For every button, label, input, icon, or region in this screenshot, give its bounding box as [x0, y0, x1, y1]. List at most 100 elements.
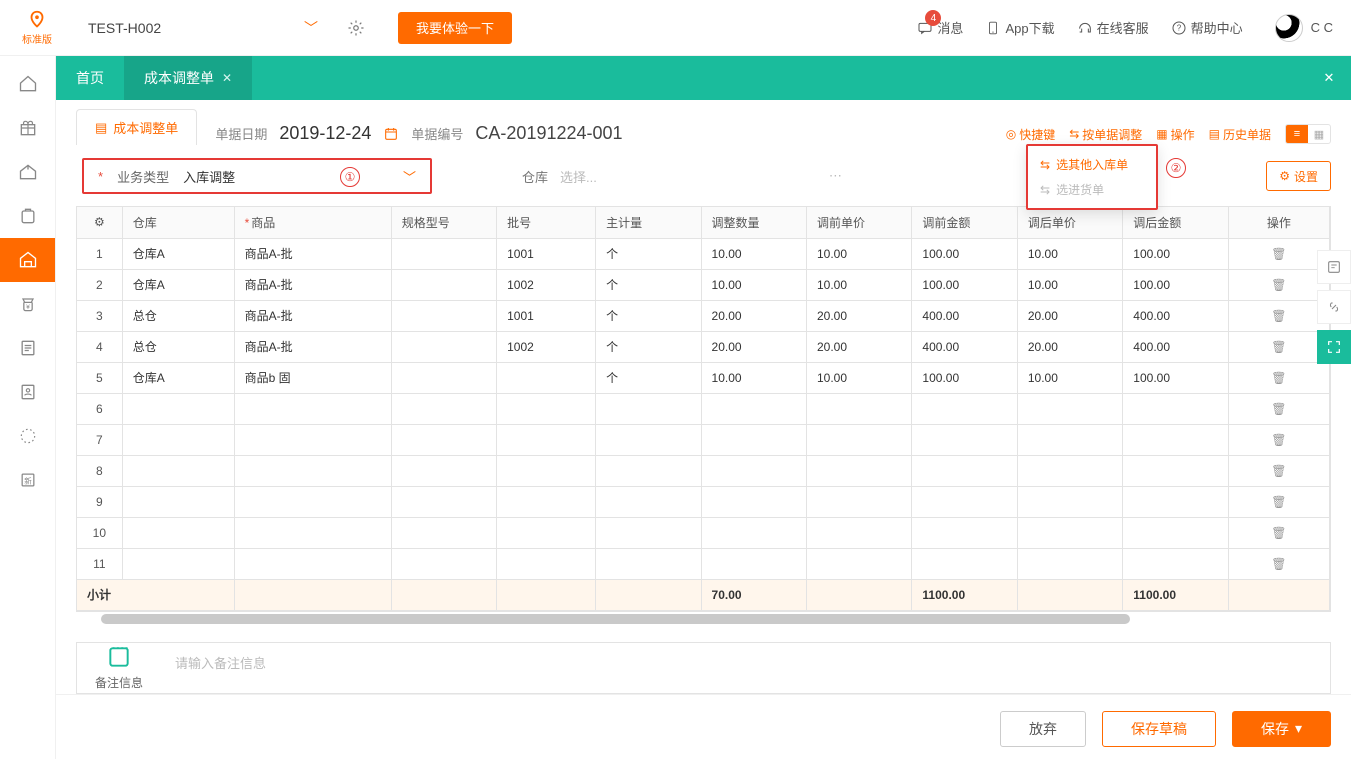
cell-spec[interactable]	[391, 455, 496, 486]
cell-adj-qty[interactable]	[701, 486, 806, 517]
cell-batch[interactable]	[497, 362, 596, 393]
doc-tab-cost-adjust[interactable]: ▤ 成本调整单	[76, 109, 197, 145]
cell-product[interactable]	[234, 548, 391, 579]
cell-post-amount[interactable]	[1123, 486, 1228, 517]
app-download-link[interactable]: App下载	[985, 18, 1054, 37]
dock-link-button[interactable]	[1317, 290, 1351, 324]
table-row[interactable]: 3总仓商品A-批1001个20.0020.00400.0020.00400.00…	[77, 300, 1330, 331]
cell-post-amount[interactable]	[1123, 517, 1228, 548]
trash-icon[interactable]: 🗑	[1239, 278, 1319, 292]
cell-pre-price[interactable]: 10.00	[806, 269, 911, 300]
tab-home[interactable]: 首页	[56, 56, 124, 100]
cell-adj-qty[interactable]	[701, 393, 806, 424]
cell-batch[interactable]	[497, 548, 596, 579]
cell-spec[interactable]	[391, 393, 496, 424]
cell-post-amount[interactable]: 400.00	[1123, 300, 1228, 331]
cell-unit[interactable]: 个	[596, 269, 701, 300]
cell-post-amount[interactable]: 100.00	[1123, 269, 1228, 300]
cell-post-amount[interactable]	[1123, 424, 1228, 455]
sidebar-item-new[interactable]: 新	[0, 458, 55, 502]
cell-pre-amount[interactable]: 400.00	[912, 331, 1017, 362]
cell-pre-price[interactable]	[806, 424, 911, 455]
cell-spec[interactable]	[391, 486, 496, 517]
cell-unit[interactable]: 个	[596, 331, 701, 362]
trial-button[interactable]: 我要体验一下	[398, 12, 512, 44]
cell-delete[interactable]: 🗑	[1228, 424, 1329, 455]
warehouse-select[interactable]: 仓库 选择... ⋯	[522, 167, 842, 186]
trash-icon[interactable]: 🗑	[1239, 526, 1319, 540]
cell-pre-amount[interactable]: 100.00	[912, 269, 1017, 300]
cell-adj-qty[interactable]	[701, 455, 806, 486]
biz-type-select[interactable]: * 业务类型 入库调整 ﹀ ①	[82, 158, 432, 194]
cell-pre-price[interactable]	[806, 393, 911, 424]
cell-batch[interactable]: 1002	[497, 269, 596, 300]
cell-spec[interactable]	[391, 269, 496, 300]
close-icon[interactable]: ✕	[222, 71, 232, 85]
table-row[interactable]: 9🗑	[77, 486, 1330, 517]
cell-delete[interactable]: 🗑	[1228, 393, 1329, 424]
cell-pre-amount[interactable]	[912, 517, 1017, 548]
discard-button[interactable]: 放弃	[1000, 711, 1086, 747]
cell-post-price[interactable]: 20.00	[1017, 331, 1122, 362]
cell-warehouse[interactable]	[122, 548, 234, 579]
cell-pre-amount[interactable]	[912, 486, 1017, 517]
cell-warehouse[interactable]	[122, 393, 234, 424]
cell-post-price[interactable]: 10.00	[1017, 238, 1122, 269]
cell-post-price[interactable]	[1017, 424, 1122, 455]
cell-unit[interactable]	[596, 393, 701, 424]
sidebar-item-home[interactable]	[0, 62, 55, 106]
cell-warehouse[interactable]: 总仓	[122, 331, 234, 362]
cell-post-price[interactable]	[1017, 393, 1122, 424]
adjust-by-bill-tool[interactable]: ⇆按单据调整	[1069, 126, 1142, 143]
cell-product[interactable]	[234, 517, 391, 548]
cell-batch[interactable]	[497, 486, 596, 517]
cell-pre-price[interactable]: 20.00	[806, 300, 911, 331]
cell-adj-qty[interactable]: 10.00	[701, 238, 806, 269]
cell-pre-price[interactable]	[806, 455, 911, 486]
sidebar-item-contacts[interactable]	[0, 370, 55, 414]
cell-pre-amount[interactable]: 100.00	[912, 238, 1017, 269]
cell-batch[interactable]	[497, 424, 596, 455]
shortcut-tool[interactable]: ◎快捷键	[1006, 126, 1056, 143]
list-view-icon[interactable]: ≡	[1286, 125, 1308, 143]
trash-icon[interactable]: 🗑	[1239, 402, 1319, 416]
sidebar-item-gift[interactable]	[0, 106, 55, 150]
cell-warehouse[interactable]	[122, 455, 234, 486]
cell-spec[interactable]	[391, 424, 496, 455]
cell-warehouse[interactable]: 总仓	[122, 300, 234, 331]
cell-delete[interactable]: 🗑	[1228, 486, 1329, 517]
close-all-tabs-button[interactable]: ✕	[1307, 56, 1351, 100]
dock-fullscreen-button[interactable]	[1317, 330, 1351, 364]
dock-note-button[interactable]	[1317, 250, 1351, 284]
cell-pre-amount[interactable]: 400.00	[912, 300, 1017, 331]
sidebar-item-finance[interactable]: ¥	[0, 282, 55, 326]
cell-pre-price[interactable]	[806, 548, 911, 579]
cell-batch[interactable]	[497, 393, 596, 424]
cell-post-price[interactable]	[1017, 486, 1122, 517]
cell-post-price[interactable]	[1017, 517, 1122, 548]
cell-adj-qty[interactable]: 10.00	[701, 362, 806, 393]
trash-icon[interactable]: 🗑	[1239, 371, 1319, 385]
save-button[interactable]: 保存 ▾	[1232, 711, 1331, 747]
messages-link[interactable]: 消息 4	[917, 18, 963, 37]
doc-date[interactable]: 2019-12-24	[279, 123, 371, 144]
trash-icon[interactable]: 🗑	[1239, 340, 1319, 354]
cell-unit[interactable]	[596, 517, 701, 548]
trash-icon[interactable]: 🗑	[1239, 557, 1319, 571]
cell-pre-amount[interactable]	[912, 393, 1017, 424]
cell-pre-price[interactable]: 20.00	[806, 331, 911, 362]
cell-post-amount[interactable]: 100.00	[1123, 362, 1228, 393]
cell-delete[interactable]: 🗑	[1228, 331, 1329, 362]
cell-warehouse[interactable]	[122, 486, 234, 517]
cell-pre-amount[interactable]	[912, 455, 1017, 486]
cell-product[interactable]: 商品A-批	[234, 331, 391, 362]
cell-post-amount[interactable]	[1123, 393, 1228, 424]
table-row[interactable]: 1仓库A商品A-批1001个10.0010.00100.0010.00100.0…	[77, 238, 1330, 269]
horizontal-scrollbar[interactable]	[76, 612, 1331, 624]
cell-pre-price[interactable]	[806, 486, 911, 517]
cell-batch[interactable]: 1002	[497, 331, 596, 362]
table-row[interactable]: 7🗑	[77, 424, 1330, 455]
view-toggle[interactable]: ≡ ▦	[1285, 124, 1331, 144]
cell-post-amount[interactable]: 100.00	[1123, 238, 1228, 269]
cell-spec[interactable]	[391, 331, 496, 362]
